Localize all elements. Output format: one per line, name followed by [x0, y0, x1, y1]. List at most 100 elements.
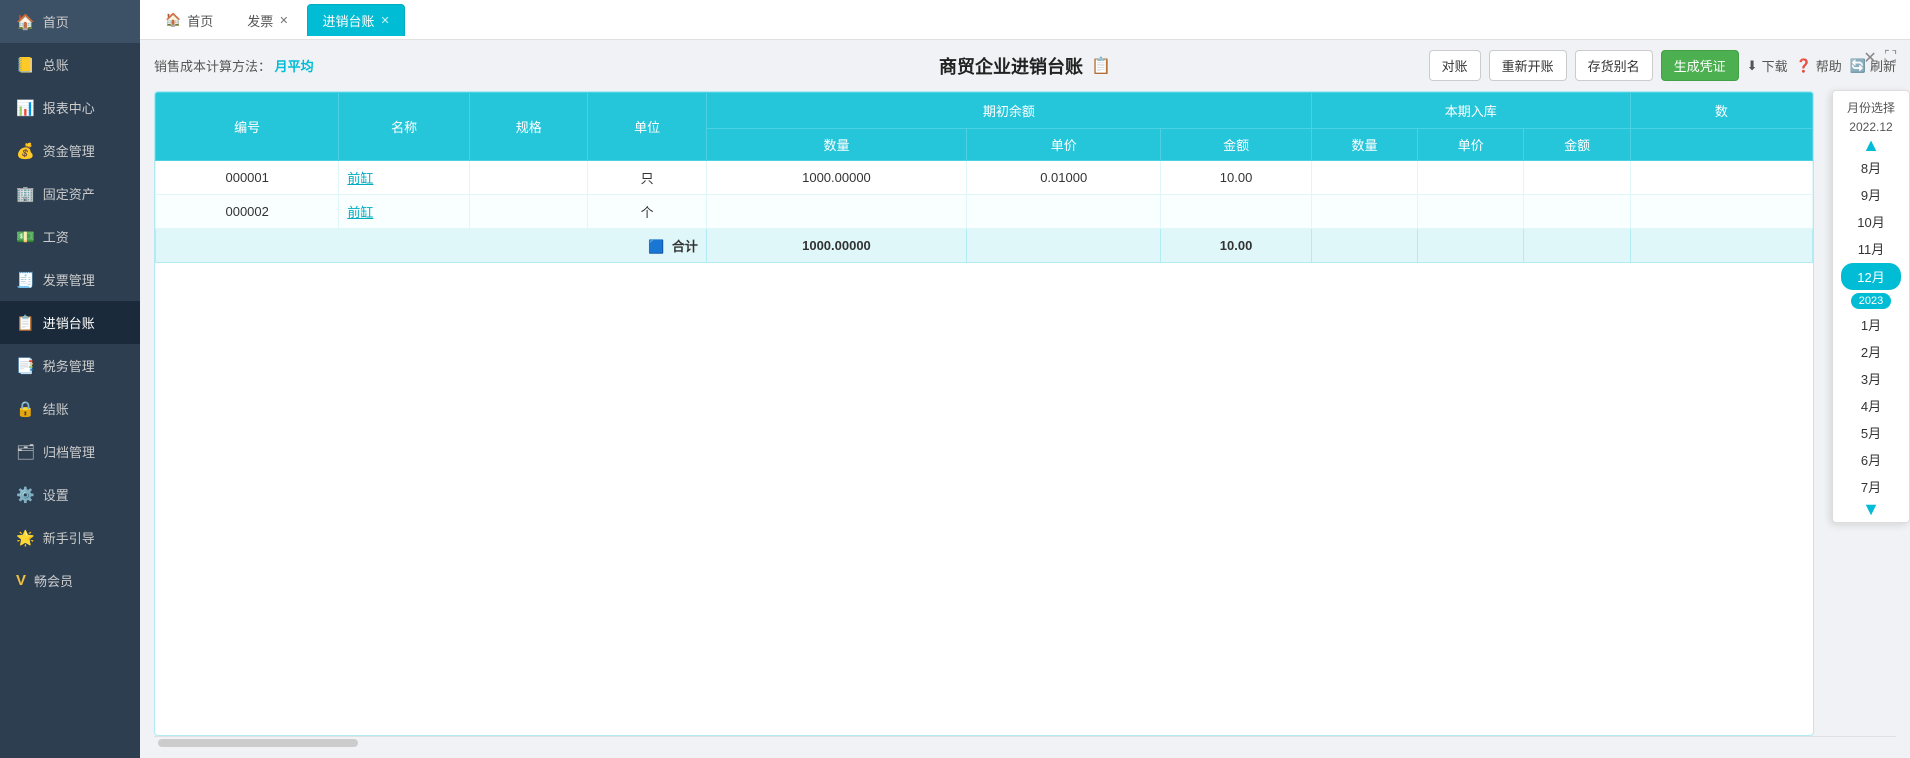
page-title: 商贸企业进销台账 📋 [939, 53, 1111, 79]
col-in-amount: 金额 [1524, 129, 1630, 161]
col-in-qty: 数量 [1311, 129, 1417, 161]
col-unit: 单位 [588, 93, 706, 161]
tab-invoice[interactable]: 发票 ✕ [232, 4, 303, 36]
purchase-sales-icon: 📋 [16, 314, 35, 332]
month-item-2023-1[interactable]: 1月 [1833, 311, 1896, 338]
reports-icon: 📊 [16, 99, 35, 117]
cell-open-amount: 10.00 [1161, 161, 1311, 195]
total-in-amount [1524, 229, 1630, 263]
window-controls: ✕ ⛶ [1863, 48, 1896, 68]
total-icon: 🟦 [648, 239, 664, 254]
home-icon: 🏠 [16, 13, 35, 31]
horizontal-scrollbar[interactable] [158, 739, 358, 747]
payroll-icon: 💵 [16, 228, 35, 246]
download-button[interactable]: ⬇ 下载 [1747, 56, 1788, 75]
sidebar-item-payroll[interactable]: 💵 工资 [0, 215, 140, 258]
help-button[interactable]: ❓ 帮助 [1796, 56, 1842, 75]
archive-icon: 🗂 [16, 443, 35, 461]
close-window-button[interactable]: ✕ [1863, 48, 1876, 68]
home-tab-icon: 🏠 [165, 12, 181, 28]
tab-home[interactable]: 🏠 首页 [150, 4, 228, 36]
month-item-2023-4[interactable]: 4月 [1833, 392, 1896, 419]
sidebar-item-reports[interactable]: 📊 报表中心 [0, 86, 140, 129]
cell-name: 前缸 [339, 161, 470, 195]
col-in-price: 单价 [1418, 129, 1524, 161]
reopen-button[interactable]: 重新开账 [1489, 50, 1567, 81]
total-open-amount: 10.00 [1161, 229, 1311, 263]
total-in-price [1418, 229, 1524, 263]
invoice-mgmt-icon: 🧾 [16, 271, 35, 289]
cell-spec [469, 161, 587, 195]
col-spec: 规格 [469, 93, 587, 161]
sidebar-item-home[interactable]: 🏠 首页 [0, 0, 140, 43]
cell-spec [469, 195, 587, 229]
assets-icon: 🏢 [16, 185, 35, 203]
row1-name-link[interactable]: 前缸 [347, 171, 373, 186]
col-extra-sub [1630, 129, 1812, 161]
col-opening-balance: 期初余额 [706, 93, 1311, 129]
row2-name-link[interactable]: 前缸 [347, 205, 373, 220]
toolbar-buttons: 对账 重新开账 存货别名 生成凭证 ⬇ 下载 ❓ 帮助 🔄 刷新 [1429, 50, 1896, 81]
month-item-2023-2[interactable]: 2月 [1833, 338, 1896, 365]
save-as-button[interactable]: 存货别名 [1575, 50, 1653, 81]
sidebar-item-ledger[interactable]: 📒 总账 [0, 43, 140, 86]
sidebar-item-archive[interactable]: 🗂 归档管理 [0, 430, 140, 473]
cell-in-qty [1311, 161, 1417, 195]
tax-icon: 📑 [16, 357, 35, 375]
month-scroll-down-button[interactable]: ▼ [1862, 500, 1880, 518]
tab-purchase-sales[interactable]: 进销台账 ✕ [307, 4, 404, 36]
sidebar-item-funds[interactable]: 💰 资金管理 [0, 129, 140, 172]
cost-method: 销售成本计算方法： 月平均 [154, 56, 314, 75]
month-item-10[interactable]: 10月 [1833, 208, 1896, 235]
cell-unit: 只 [588, 161, 706, 195]
month-item-2023-7[interactable]: 7月 [1833, 473, 1896, 500]
tab-bar: 🏠 首页 发票 ✕ 进销台账 ✕ [140, 0, 1910, 40]
reconcile-button[interactable]: 对账 [1429, 50, 1481, 81]
month-item-2023-6[interactable]: 6月 [1833, 446, 1896, 473]
sidebar: 🏠 首页 📒 总账 📊 报表中心 💰 资金管理 🏢 固定资产 💵 工资 🧾 发票… [0, 0, 140, 758]
total-open-qty: 1000.00000 [706, 229, 966, 263]
sidebar-item-tax[interactable]: 📑 税务管理 [0, 344, 140, 387]
sidebar-item-settings[interactable]: ⚙️ 设置 [0, 473, 140, 516]
col-name: 名称 [339, 93, 470, 161]
sidebar-item-closing[interactable]: 🔒 结账 [0, 387, 140, 430]
sidebar-item-invoice-mgmt[interactable]: 🧾 发票管理 [0, 258, 140, 301]
total-row: 🟦 合计 1000.00000 10.00 [156, 229, 1813, 263]
month-item-8[interactable]: 8月 [1833, 154, 1896, 181]
generate-voucher-button[interactable]: 生成凭证 [1661, 50, 1739, 81]
cell-no: 000001 [156, 161, 339, 195]
cell-open-qty: 1000.00000 [706, 161, 966, 195]
month-item-2023-3[interactable]: 3月 [1833, 365, 1896, 392]
col-open-qty: 数量 [706, 129, 966, 161]
cell-extra [1630, 195, 1812, 229]
cell-open-qty [706, 195, 966, 229]
purchase-sales-tab-close[interactable]: ✕ [380, 14, 389, 27]
settings-icon: ⚙️ [16, 486, 35, 504]
download-icon: ⬇ [1747, 58, 1758, 74]
sidebar-item-assets[interactable]: 🏢 固定资产 [0, 172, 140, 215]
month-panel-title: 月份选择 [1847, 95, 1895, 118]
sidebar-item-guide[interactable]: 🌟 新手引导 [0, 516, 140, 559]
month-scroll-up-button[interactable]: ▲ [1862, 136, 1880, 154]
sidebar-item-purchase-sales[interactable]: 📋 进销台账 [0, 301, 140, 344]
month-item-9[interactable]: 9月 [1833, 181, 1896, 208]
col-extra: 数 [1630, 93, 1812, 129]
help-icon: ❓ [1796, 58, 1812, 74]
ledger-icon: 📒 [16, 56, 35, 74]
table-row: 000002 前缸 个 [156, 195, 1813, 229]
main-content: 🏠 首页 发票 ✕ 进销台账 ✕ ✕ ⛶ 销售成本计算方法： 月平均 商贸企业进… [140, 0, 1910, 758]
sidebar-item-member[interactable]: V 畅会员 [0, 559, 140, 602]
month-item-11[interactable]: 11月 [1833, 235, 1896, 262]
guide-icon: 🌟 [16, 529, 35, 547]
col-no: 编号 [156, 93, 339, 161]
ledger-table-wrap: 编号 名称 规格 单位 期初余额 本期入库 数 数量 单价 金额 数 [154, 91, 1814, 736]
month-item-12-active[interactable]: 12月 [1841, 263, 1896, 290]
cell-unit: 个 [588, 195, 706, 229]
month-item-2023-5[interactable]: 5月 [1833, 419, 1896, 446]
info-bar: 销售成本计算方法： 月平均 商贸企业进销台账 📋 对账 重新开账 存货别名 生成… [154, 50, 1896, 81]
cell-in-qty [1311, 195, 1417, 229]
month-selector-panel: 月份选择 2022.12 ▲ 8月 9月 10月 11月 12月 2023 1月… [1832, 91, 1896, 523]
maximize-window-button[interactable]: ⛶ [1885, 48, 1896, 68]
total-open-price [967, 229, 1161, 263]
invoice-tab-close[interactable]: ✕ [279, 14, 288, 27]
